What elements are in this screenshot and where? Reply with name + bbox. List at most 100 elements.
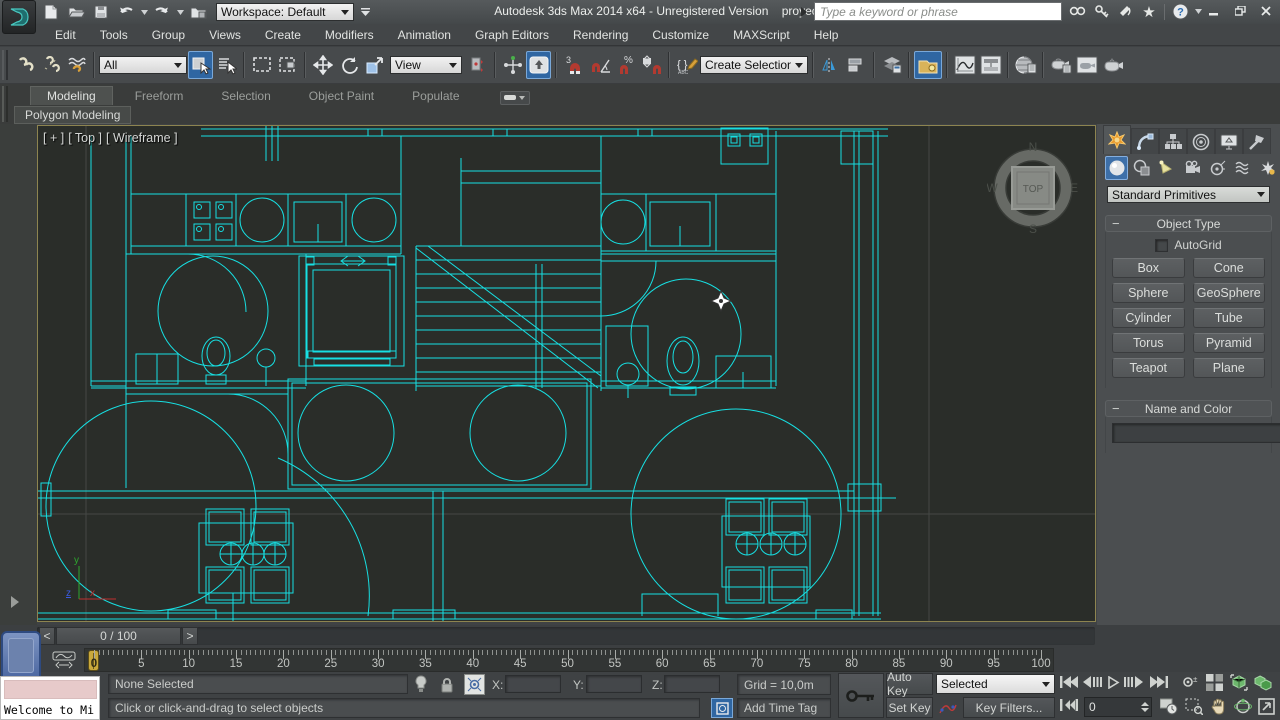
maximize-viewport-toggle-icon[interactable] [1258, 698, 1275, 715]
subtab-shapes-icon[interactable] [1130, 156, 1153, 180]
polygon-modeling-panel-button[interactable]: Polygon Modeling [14, 105, 132, 124]
y-coord-field[interactable] [586, 675, 642, 693]
primitive-cylinder-button[interactable]: Cylinder [1112, 308, 1185, 328]
menu-group[interactable]: Group [141, 26, 196, 44]
search-icon[interactable] [1068, 3, 1086, 21]
current-frame-field[interactable]: 0 [1084, 697, 1152, 717]
bind-to-space-warp-icon[interactable] [64, 51, 89, 79]
infocenter-collapse-arrow[interactable] [800, 6, 808, 17]
menu-tools[interactable]: Tools [89, 26, 139, 44]
go-to-end-icon[interactable] [1150, 676, 1168, 688]
pan-hand-icon[interactable] [1210, 698, 1226, 715]
tab-utilities-icon[interactable] [1243, 128, 1271, 154]
ribbon-tab-selection[interactable]: Selection [205, 87, 286, 105]
menu-rendering[interactable]: Rendering [562, 26, 639, 44]
primitive-geosphere-button[interactable]: GeoSphere [1192, 283, 1265, 303]
window-crossing-toggle-icon[interactable] [275, 51, 300, 79]
select-and-manipulate-icon[interactable] [500, 51, 525, 79]
selection-filter-combo[interactable]: All [99, 56, 187, 74]
manage-layers-icon[interactable] [879, 51, 904, 79]
open-file-button[interactable] [65, 2, 87, 22]
menu-views[interactable]: Views [198, 26, 252, 44]
next-frame-icon[interactable] [1124, 676, 1143, 688]
primitive-teapot-button[interactable]: Teapot [1112, 358, 1185, 378]
workspace-flyout-button[interactable] [357, 2, 373, 22]
auto-key-button[interactable]: Auto Key [886, 670, 933, 698]
object-type-rollout-header[interactable]: − Object Type [1105, 215, 1272, 232]
spinner-snap-toggle-icon[interactable] [639, 51, 664, 79]
menu-modifiers[interactable]: Modifiers [314, 26, 385, 44]
angle-snap-toggle-icon[interactable] [587, 51, 612, 79]
favorites-star-icon[interactable]: ★ [1140, 3, 1158, 21]
absolute-offset-mode-icon[interactable] [464, 674, 485, 695]
sign-in-key-icon[interactable] [1092, 3, 1110, 21]
ribbon-tab-object-paint[interactable]: Object Paint [293, 87, 390, 105]
set-key-button[interactable]: Set Key [886, 697, 933, 718]
viewport-layout-tab-button[interactable] [1, 631, 41, 682]
ribbon-grip[interactable] [2, 86, 8, 122]
key-filters-button[interactable]: Key Filters... [963, 697, 1055, 718]
tab-modify-icon[interactable] [1131, 128, 1159, 154]
selection-lock-icon[interactable] [440, 677, 454, 693]
primitive-torus-button[interactable]: Torus [1112, 333, 1185, 353]
viewport-layouts-icon[interactable] [1206, 674, 1223, 691]
primitive-category-combo[interactable]: Standard Primitives [1107, 186, 1270, 203]
undo-dropdown-arrow[interactable] [140, 2, 148, 22]
timeline-slider-handle[interactable]: 0 / 100 [56, 627, 181, 645]
primitive-sphere-button[interactable]: Sphere [1112, 283, 1185, 303]
menu-edit[interactable]: Edit [44, 26, 87, 44]
autogrid-checkbox[interactable] [1155, 238, 1169, 252]
zoom-extents-icon[interactable] [1230, 674, 1248, 691]
subtab-geometry-icon[interactable] [1105, 156, 1129, 180]
communication-center-icon[interactable] [1116, 3, 1134, 21]
use-pivot-point-center-icon[interactable] [465, 51, 490, 79]
viewport-top[interactable]: y x z [ + ] [ Top ] [ Wireframe ] N S W … [37, 125, 1096, 622]
select-and-link-icon[interactable] [12, 51, 37, 79]
viewcube[interactable]: N S W E TOP [987, 142, 1079, 234]
minimize-button[interactable] [1202, 2, 1226, 20]
application-menu-button[interactable] [2, 0, 36, 34]
tab-display-icon[interactable] [1215, 128, 1243, 154]
align-icon[interactable] [844, 51, 869, 79]
left-panel-arrow-icon[interactable] [11, 596, 19, 608]
viewport-menu-general[interactable]: [ + ] [43, 131, 64, 145]
add-time-tag-field[interactable]: Add Time Tag [737, 698, 831, 718]
default-tangents-icon[interactable] [936, 697, 960, 718]
primitive-tube-button[interactable]: Tube [1192, 308, 1265, 328]
timeline-previous-button[interactable]: < [39, 627, 55, 645]
viewcube-north[interactable]: N [1029, 142, 1038, 154]
select-by-name-icon[interactable] [214, 51, 239, 79]
play-animation-icon[interactable] [1107, 676, 1120, 689]
percent-snap-toggle-icon[interactable]: % [613, 51, 638, 79]
search-input[interactable] [814, 2, 1062, 21]
select-and-move-icon[interactable] [310, 51, 335, 79]
open-mini-curve-editor-button[interactable] [50, 650, 78, 670]
workspace-combo[interactable]: Workspace: Default [216, 3, 354, 21]
primitive-cone-button[interactable]: Cone [1192, 258, 1265, 278]
menu-graph-editors[interactable]: Graph Editors [464, 26, 560, 44]
time-configuration-icon[interactable] [1160, 698, 1178, 715]
mirror-icon[interactable] [818, 51, 843, 79]
subtab-systems-icon[interactable] [1257, 156, 1280, 180]
named-selection-set-combo[interactable]: Create Selection Se [700, 56, 808, 74]
set-keys-button[interactable] [838, 673, 884, 718]
help-icon[interactable]: ? [1171, 3, 1189, 21]
subtab-spacewarps-icon[interactable] [1231, 156, 1254, 180]
frame-spinner[interactable] [1141, 702, 1149, 712]
rectangular-selection-region-icon[interactable] [249, 51, 274, 79]
orbit-icon[interactable] [1234, 698, 1252, 715]
timeline-groove[interactable]: < 0 / 100 > [37, 627, 1095, 645]
close-button[interactable] [1254, 2, 1278, 20]
select-and-rotate-icon[interactable] [336, 51, 361, 79]
ribbon-tab-freeform[interactable]: Freeform [119, 87, 200, 105]
select-and-scale-icon[interactable] [362, 51, 387, 79]
new-file-button[interactable] [40, 2, 62, 22]
snaps-toggle-3d-icon[interactable]: 3 [561, 51, 586, 79]
previous-frame-icon[interactable] [1083, 676, 1102, 688]
render-production-icon[interactable] [1100, 51, 1125, 79]
key-mode-combo[interactable]: Selected [936, 674, 1055, 694]
viewport-canvas[interactable]: y x z [38, 126, 1096, 622]
zoom-extents-all-icon[interactable] [1254, 674, 1272, 691]
viewcube-west[interactable]: W [987, 181, 998, 195]
edit-named-selection-sets-icon[interactable]: { } ABC [674, 51, 699, 79]
